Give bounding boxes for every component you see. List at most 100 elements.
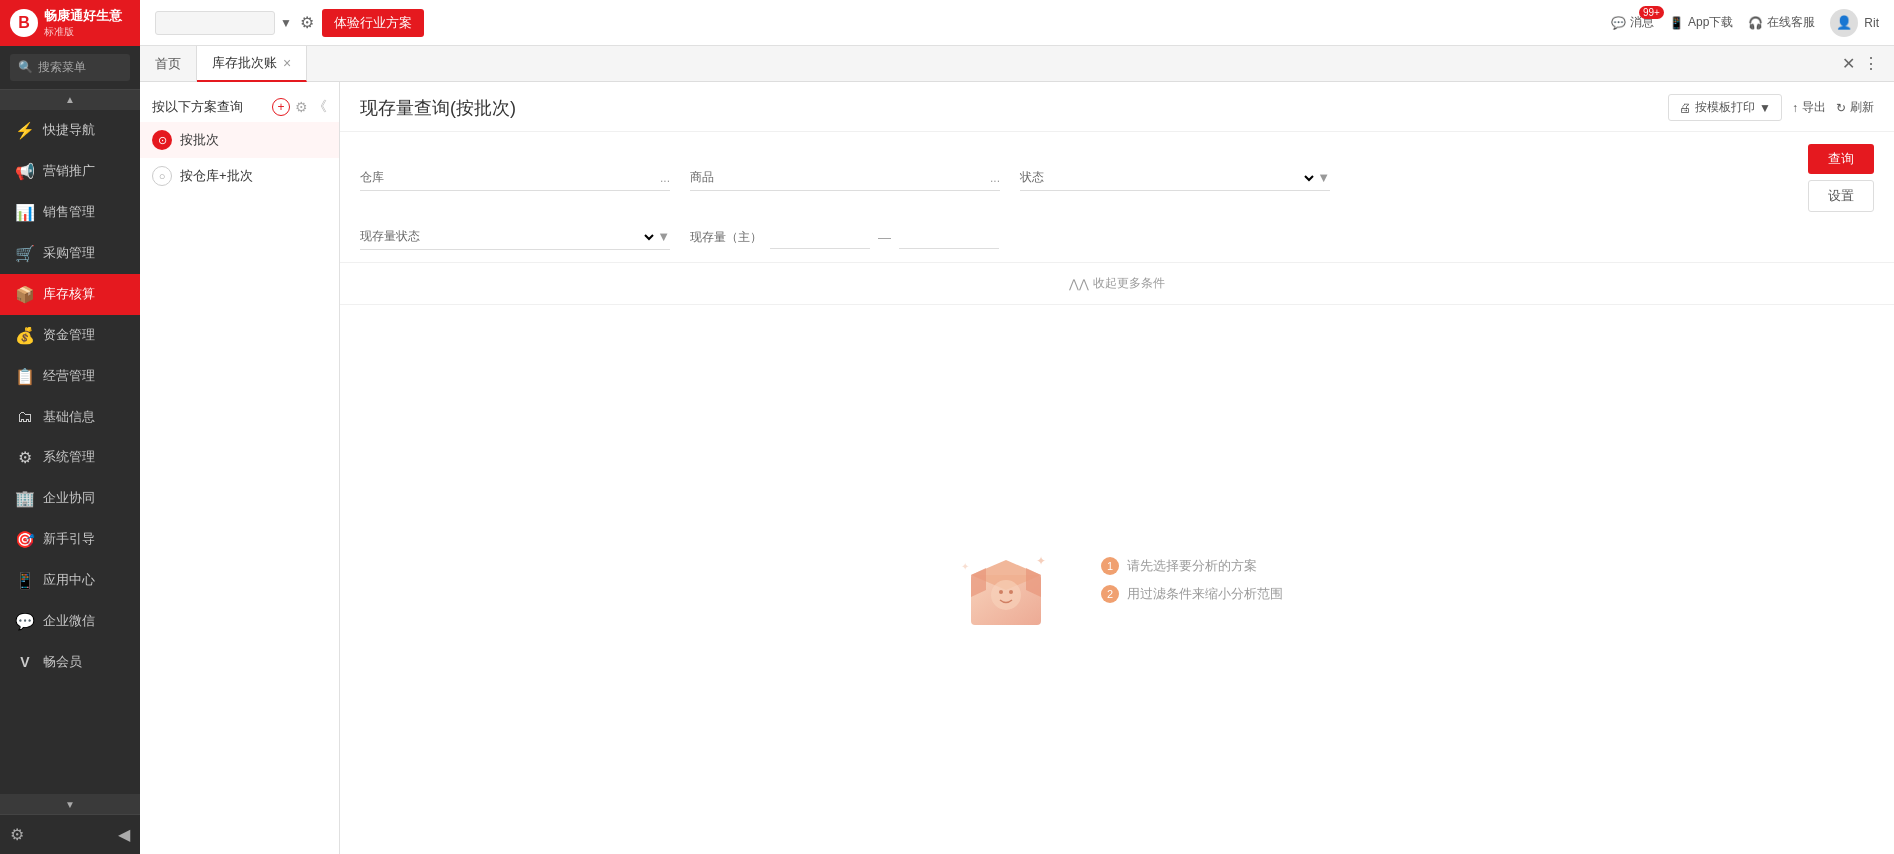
tip-num-2: 2 xyxy=(1101,585,1119,603)
tip-num-1: 1 xyxy=(1101,557,1119,575)
tab-close-button[interactable]: × xyxy=(283,56,291,70)
empty-state: ✦ ✦ 1 请先选择要分析的方案 2 用过滤 xyxy=(340,305,1894,854)
sidebar-brand: 畅康通好生意 标准版 xyxy=(44,8,122,38)
topbar-right: 💬 消息 99+ 📱 App下载 🎧 在线客服 👤 Rit xyxy=(1611,9,1879,37)
topbar-search-input[interactable] xyxy=(155,11,275,35)
warehouse-more-button[interactable]: ... xyxy=(660,171,670,185)
refresh-button[interactable]: ↻ 刷新 xyxy=(1836,99,1874,116)
sidebar-header: B 畅康通好生意 标准版 xyxy=(0,0,140,46)
query-button[interactable]: 查询 xyxy=(1808,144,1874,174)
qty-min-input[interactable] xyxy=(770,226,870,249)
sidebar-item-finance[interactable]: 💰 资金管理 xyxy=(0,315,140,356)
empty-tips: 1 请先选择要分析的方案 2 用过滤条件来缩小分析范围 xyxy=(1101,557,1283,603)
status-label: 状态 xyxy=(1020,169,1044,186)
sidebar-item-vip[interactable]: V 畅会员 xyxy=(0,642,140,682)
page-title: 现存量查询(按批次) xyxy=(360,96,516,120)
enterprise-icon: 🏢 xyxy=(15,489,35,508)
sidebar-item-inventory[interactable]: 📦 库存核算 xyxy=(0,274,140,315)
svg-point-4 xyxy=(991,580,1021,610)
qty-dash: — xyxy=(878,230,891,245)
online-service-button[interactable]: 🎧 在线客服 xyxy=(1748,14,1815,31)
panel-header-actions: + ⚙ 《 xyxy=(272,98,327,116)
app-download-button[interactable]: 📱 App下载 xyxy=(1669,14,1733,31)
printer-icon: 🖨 xyxy=(1679,101,1691,115)
scroll-down-button[interactable]: ▼ xyxy=(0,794,140,814)
avatar-icon: 👤 xyxy=(1836,15,1852,30)
panel-collapse-button[interactable]: 《 xyxy=(313,98,327,116)
quick-nav-icon: ⚡ xyxy=(15,121,35,140)
sidebar-item-enterprise-wechat[interactable]: 💬 企业微信 xyxy=(0,601,140,642)
experience-button[interactable]: 体验行业方案 xyxy=(322,9,424,37)
footer-collapse-button[interactable]: ◀ xyxy=(118,825,130,844)
inventory-icon: 📦 xyxy=(15,285,35,304)
empty-tip-1: 1 请先选择要分析的方案 xyxy=(1101,557,1283,575)
page-close-area: ✕ ⋮ xyxy=(1842,54,1894,73)
product-label: 商品 xyxy=(690,169,714,186)
username-label: Rit xyxy=(1864,16,1879,30)
sidebar-item-system[interactable]: ⚙ 系统管理 xyxy=(0,437,140,478)
panel-settings-button[interactable]: ⚙ xyxy=(295,99,308,115)
page-more-button[interactable]: ⋮ xyxy=(1863,54,1879,73)
operations-icon: 📋 xyxy=(15,367,35,386)
plan-icon-batch: ⊙ xyxy=(152,130,172,150)
plan-icon-warehouse-batch: ○ xyxy=(152,166,172,186)
inventory-status-select[interactable] xyxy=(428,229,657,245)
sidebar-item-purchase[interactable]: 🛒 采购管理 xyxy=(0,233,140,274)
marketing-icon: 📢 xyxy=(15,162,35,181)
newbie-icon: 🎯 xyxy=(15,530,35,549)
footer-settings-button[interactable]: ⚙ xyxy=(10,825,24,844)
product-more-button[interactable]: ... xyxy=(990,171,1000,185)
status-select[interactable]: 全部 正常 禁用 xyxy=(1052,170,1317,186)
gear-icon: ⚙ xyxy=(300,14,314,31)
print-dropdown-icon: ▼ xyxy=(1759,101,1771,115)
svg-text:✦: ✦ xyxy=(961,561,969,572)
footer-settings-icon: ⚙ xyxy=(10,826,24,843)
warehouse-input[interactable] xyxy=(392,171,660,185)
topbar: ▼ ⚙ 体验行业方案 💬 消息 99+ 📱 App下载 🎧 在线客服 xyxy=(140,0,1894,46)
print-button[interactable]: 🖨 按模板打印 ▼ xyxy=(1668,94,1782,121)
messages-button[interactable]: 💬 消息 99+ xyxy=(1611,14,1654,31)
sidebar-item-basics[interactable]: 🗂 基础信息 xyxy=(0,397,140,437)
page-title-actions: 🖨 按模板打印 ▼ ↑ 导出 ↻ 刷新 xyxy=(1668,94,1874,121)
product-input[interactable] xyxy=(722,171,990,185)
finance-icon: 💰 xyxy=(15,326,35,345)
svg-point-6 xyxy=(1009,590,1013,594)
sidebar: B 畅康通好生意 标准版 🔍 搜索菜单 ▲ ⚡ 快捷导航 📢 营销推广 📊 销售… xyxy=(0,0,140,854)
refresh-icon: ↻ xyxy=(1836,101,1846,115)
sidebar-footer: ⚙ ◀ xyxy=(0,814,140,854)
sidebar-item-marketing[interactable]: 📢 营销推广 xyxy=(0,151,140,192)
sidebar-item-newbie[interactable]: 🎯 新手引导 xyxy=(0,519,140,560)
qty-max-input[interactable] xyxy=(899,226,999,249)
scroll-up-button[interactable]: ▲ xyxy=(0,90,140,110)
app-center-icon: 📱 xyxy=(15,571,35,590)
tab-home[interactable]: 首页 xyxy=(140,46,197,82)
inventory-status-label: 现存量状态 xyxy=(360,228,420,245)
sidebar-item-sales[interactable]: 📊 销售管理 xyxy=(0,192,140,233)
inventory-qty-label: 现存量（主） xyxy=(690,229,762,246)
sidebar-item-quick-nav[interactable]: ⚡ 快捷导航 xyxy=(0,110,140,151)
empty-illustration: ✦ ✦ xyxy=(951,520,1071,640)
topbar-dropdown-button[interactable]: ▼ xyxy=(280,16,292,30)
page-content: 按以下方案查询 + ⚙ 《 ⊙ 按批次 ○ 按仓库+批次 xyxy=(140,82,1894,854)
export-button[interactable]: ↑ 导出 xyxy=(1792,99,1826,116)
plan-item-by-batch[interactable]: ⊙ 按批次 xyxy=(140,122,339,158)
footer-collapse-icon: ◀ xyxy=(118,826,130,843)
tabbar: 首页 库存批次账 × ✕ ⋮ xyxy=(140,46,1894,82)
messages-badge: 99+ xyxy=(1639,6,1664,19)
sidebar-item-operations[interactable]: 📋 经营管理 xyxy=(0,356,140,397)
vip-icon: V xyxy=(15,654,35,670)
plan-item-by-warehouse-batch[interactable]: ○ 按仓库+批次 xyxy=(140,158,339,194)
page-close-button[interactable]: ✕ xyxy=(1842,54,1855,73)
svg-point-5 xyxy=(999,590,1003,594)
user-area[interactable]: 👤 Rit xyxy=(1830,9,1879,37)
sidebar-item-app-center[interactable]: 📱 应用中心 xyxy=(0,560,140,601)
topbar-gear-button[interactable]: ⚙ xyxy=(300,13,314,32)
add-plan-button[interactable]: + xyxy=(272,98,290,116)
search-menu-button[interactable]: 🔍 搜索菜单 xyxy=(10,54,130,81)
page-title-bar: 现存量查询(按批次) 🖨 按模板打印 ▼ ↑ 导出 ↻ 刷新 xyxy=(340,82,1894,132)
collapse-conditions-button[interactable]: ⋀⋀ 收起更多条件 xyxy=(1069,269,1165,298)
settings-button[interactable]: 设置 xyxy=(1808,180,1874,212)
tab-inventory-batch[interactable]: 库存批次账 × xyxy=(197,46,307,82)
sidebar-item-enterprise[interactable]: 🏢 企业协同 xyxy=(0,478,140,519)
message-icon: 💬 xyxy=(1611,16,1626,30)
